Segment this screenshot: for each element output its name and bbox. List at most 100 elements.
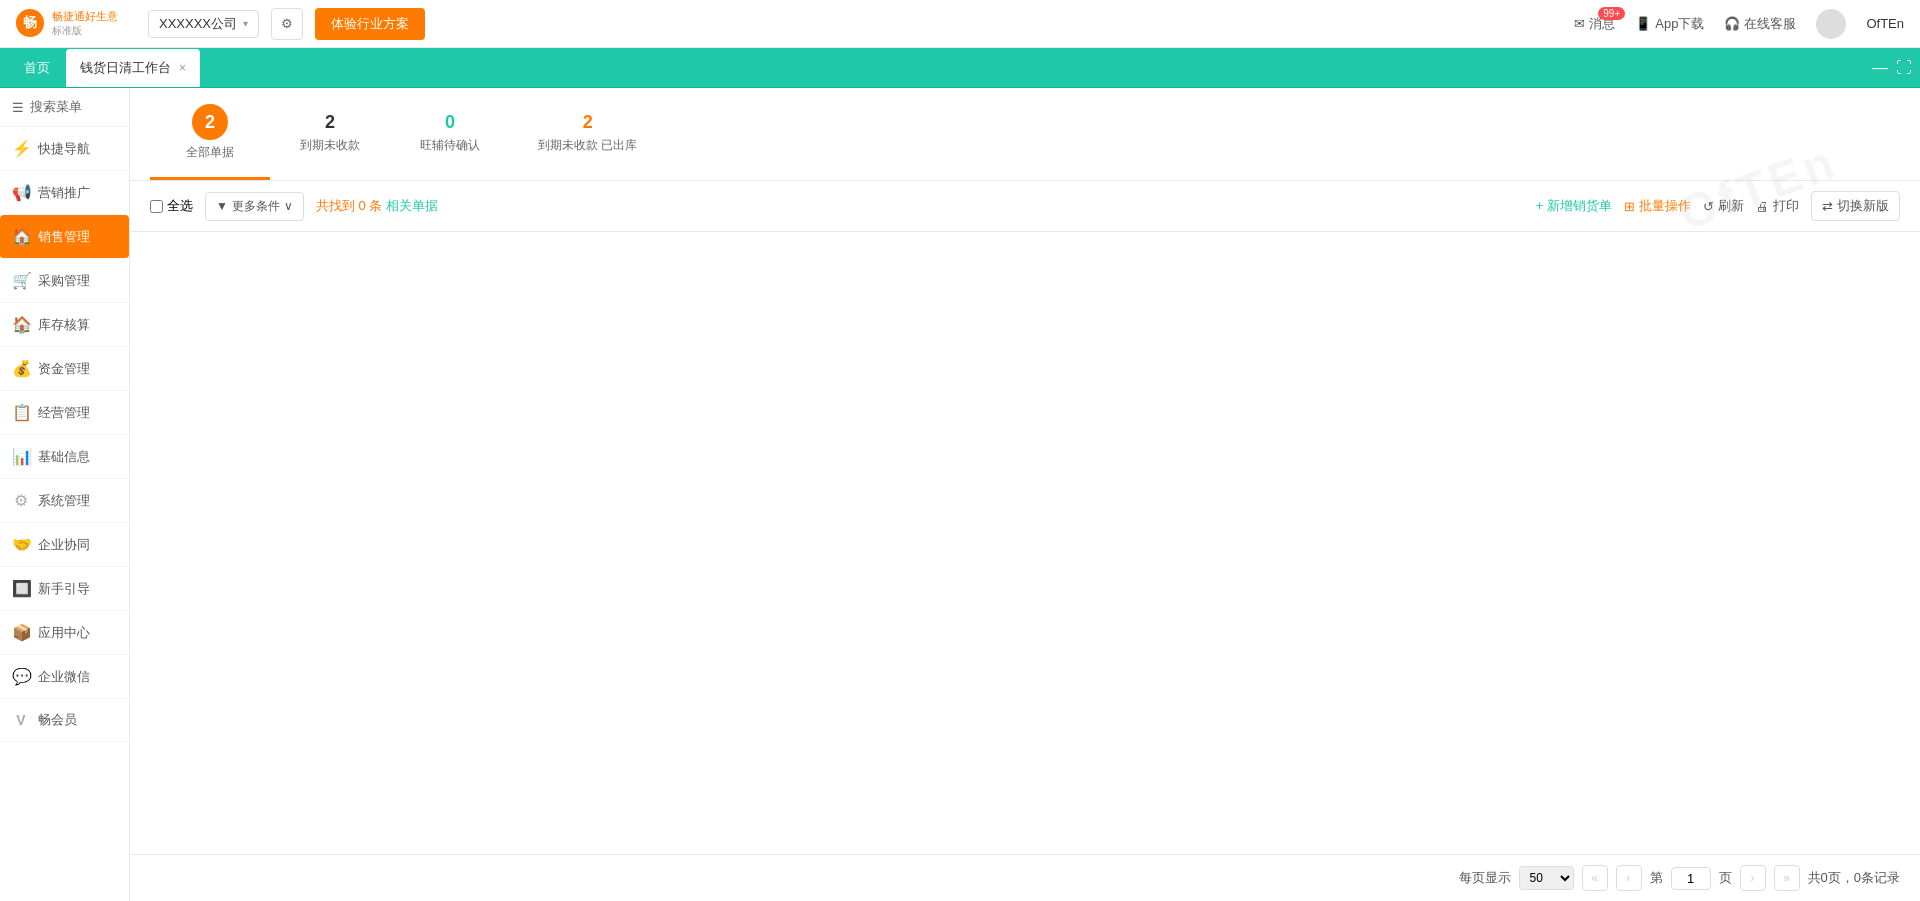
- tab-home[interactable]: 首页: [8, 48, 66, 88]
- filter-icon: ▼: [216, 199, 228, 213]
- select-all-checkbox[interactable]: [150, 200, 163, 213]
- batch-label: 批量操作: [1639, 197, 1691, 215]
- user-name[interactable]: OfTEn: [1866, 16, 1904, 31]
- capital-icon: 💰: [12, 359, 30, 378]
- experience-btn[interactable]: 体验行业方案: [315, 8, 425, 40]
- tab-expand-btn[interactable]: ⛶: [1896, 59, 1912, 77]
- prev-page-button[interactable]: ‹: [1616, 865, 1642, 891]
- filter-button[interactable]: ▼ 更多条件 ∨: [205, 192, 304, 221]
- sidebar-item-inventory[interactable]: 🏠 库存核算: [0, 303, 129, 347]
- sidebar-item-sales[interactable]: 🏠 销售管理: [0, 215, 129, 259]
- sidebar-item-wechat[interactable]: 💬 企业微信: [0, 655, 129, 699]
- print-icon: 🖨: [1756, 199, 1769, 214]
- switch-icon: ⇄: [1822, 199, 1833, 214]
- headset-icon: 🎧: [1724, 16, 1740, 31]
- guide-icon: 🔲: [12, 579, 30, 598]
- sales-icon: 🏠: [12, 227, 30, 246]
- message-btn[interactable]: ✉ 消息 99+: [1574, 15, 1615, 33]
- top-right-area: ✉ 消息 99+ 📱 App下载 🎧 在线客服 OfTEn: [1574, 9, 1904, 39]
- found-prefix: 共找到: [316, 198, 355, 213]
- print-label: 打印: [1773, 197, 1799, 215]
- sidebar-item-label: 应用中心: [38, 624, 90, 642]
- page-word: 第: [1650, 869, 1663, 887]
- filter-label: 更多条件: [232, 198, 280, 215]
- stat-card-all[interactable]: 2 全部单据: [150, 88, 270, 180]
- cooperation-icon: 🤝: [12, 535, 30, 554]
- select-all-label: 全选: [167, 197, 193, 215]
- print-button[interactable]: 🖨 打印: [1756, 197, 1799, 215]
- tab-close-btn[interactable]: ×: [179, 61, 186, 75]
- sidebar-item-marketing[interactable]: 📢 营销推广: [0, 171, 129, 215]
- stat-number-overdue: 2: [325, 112, 335, 133]
- refresh-label: 刷新: [1718, 197, 1744, 215]
- sidebar: ☰ 搜索菜单 ⚡ 快捷导航 📢 营销推广 🏠 销售管理 🛒 采购管理 🏠 库存核…: [0, 88, 130, 901]
- stat-label-all: 全部单据: [186, 144, 234, 161]
- stat-card-pending[interactable]: 0 旺辅待确认: [390, 88, 510, 180]
- found-count: 共找到 0 条 相关单据: [316, 197, 438, 215]
- first-page-button[interactable]: «: [1582, 865, 1608, 891]
- sidebar-item-system[interactable]: ⚙ 系统管理: [0, 479, 129, 523]
- stats-row: 2 全部单据 2 到期未收款 0 旺辅待确认 2 到期未收款 已出库: [130, 88, 1920, 181]
- sidebar-item-label: 快捷导航: [38, 140, 90, 158]
- add-sale-button[interactable]: + 新增销货单: [1536, 197, 1612, 215]
- system-icon: ⚙: [12, 491, 30, 510]
- sidebar-item-member[interactable]: V 畅会员: [0, 699, 129, 742]
- batch-operation-button[interactable]: ⊞ 批量操作: [1624, 197, 1691, 215]
- table-area: [130, 232, 1920, 854]
- next-page-button[interactable]: ›: [1740, 865, 1766, 891]
- sidebar-item-cooperation[interactable]: 🤝 企业协同: [0, 523, 129, 567]
- sidebar-item-app-center[interactable]: 📦 应用中心: [0, 611, 129, 655]
- toolbar: 全选 ▼ 更多条件 ∨ 共找到 0 条 相关单据 + 新增销货单 ⊞ 批量操作: [130, 181, 1920, 232]
- basic-info-icon: 📊: [12, 447, 30, 466]
- settings-button[interactable]: ⚙: [271, 8, 303, 40]
- stat-card-overdue-out[interactable]: 2 到期未收款 已出库: [510, 88, 665, 180]
- sidebar-item-guide[interactable]: 🔲 新手引导: [0, 567, 129, 611]
- page-label: 页: [1719, 869, 1732, 887]
- tab-active[interactable]: 钱货日清工作台 ×: [66, 49, 200, 87]
- sidebar-item-label: 企业微信: [38, 668, 90, 686]
- search-label: 搜索菜单: [30, 98, 82, 116]
- logo-icon: 畅: [16, 9, 44, 37]
- last-page-button[interactable]: »: [1774, 865, 1800, 891]
- avatar[interactable]: [1816, 9, 1846, 39]
- tab-bar-actions: — ⛶: [1872, 59, 1920, 77]
- found-link[interactable]: 相关单据: [386, 198, 438, 213]
- page-size-select[interactable]: 50 10 20 100: [1519, 866, 1574, 890]
- page-input[interactable]: [1671, 867, 1711, 890]
- sidebar-item-basic-info[interactable]: 📊 基础信息: [0, 435, 129, 479]
- logo-area: 畅 畅捷通好生意 标准版: [16, 9, 136, 37]
- select-all-checkbox-area[interactable]: 全选: [150, 197, 193, 215]
- sidebar-search[interactable]: ☰ 搜索菜单: [0, 88, 129, 127]
- stat-card-overdue[interactable]: 2 到期未收款: [270, 88, 390, 180]
- sidebar-item-quick-nav[interactable]: ⚡ 快捷导航: [0, 127, 129, 171]
- refresh-icon: ↺: [1703, 199, 1714, 214]
- sidebar-item-label: 营销推广: [38, 184, 90, 202]
- sidebar-item-label: 企业协同: [38, 536, 90, 554]
- switch-version-button[interactable]: ⇄ 切换新版: [1811, 191, 1900, 221]
- stat-number-pending: 0: [445, 112, 455, 133]
- stat-number-overdue-out: 2: [583, 112, 593, 133]
- refresh-button[interactable]: ↺ 刷新: [1703, 197, 1744, 215]
- company-selector[interactable]: XXXXXX公司 ▾: [148, 10, 259, 38]
- app-download-label: App下载: [1655, 15, 1704, 33]
- sidebar-item-capital[interactable]: 💰 资金管理: [0, 347, 129, 391]
- batch-icon: ⊞: [1624, 199, 1635, 214]
- wechat-icon: 💬: [12, 667, 30, 686]
- app-download-btn[interactable]: 📱 App下载: [1635, 15, 1704, 33]
- pagination: 每页显示 50 10 20 100 « ‹ 第 页 › » 共0页，0条记录: [130, 854, 1920, 901]
- online-service-btn[interactable]: 🎧 在线客服: [1724, 15, 1796, 33]
- dropdown-arrow-icon: ▾: [243, 18, 248, 29]
- logo-badge: 标准版: [52, 24, 118, 38]
- tab-minimize-btn[interactable]: —: [1872, 59, 1888, 77]
- inventory-icon: 🏠: [12, 315, 30, 334]
- found-unit: 条: [369, 198, 382, 213]
- sidebar-item-label: 畅会员: [38, 711, 77, 729]
- operation-icon: 📋: [12, 403, 30, 422]
- tab-label: 钱货日清工作台: [80, 59, 171, 77]
- toolbar-right: + 新增销货单 ⊞ 批量操作 ↺ 刷新 🖨 打印 ⇄ 切换新版: [1536, 191, 1900, 221]
- sidebar-item-label: 新手引导: [38, 580, 90, 598]
- marketing-icon: 📢: [12, 183, 30, 202]
- sidebar-item-operation[interactable]: 📋 经营管理: [0, 391, 129, 435]
- sidebar-item-purchase[interactable]: 🛒 采购管理: [0, 259, 129, 303]
- stat-label-pending: 旺辅待确认: [420, 137, 480, 154]
